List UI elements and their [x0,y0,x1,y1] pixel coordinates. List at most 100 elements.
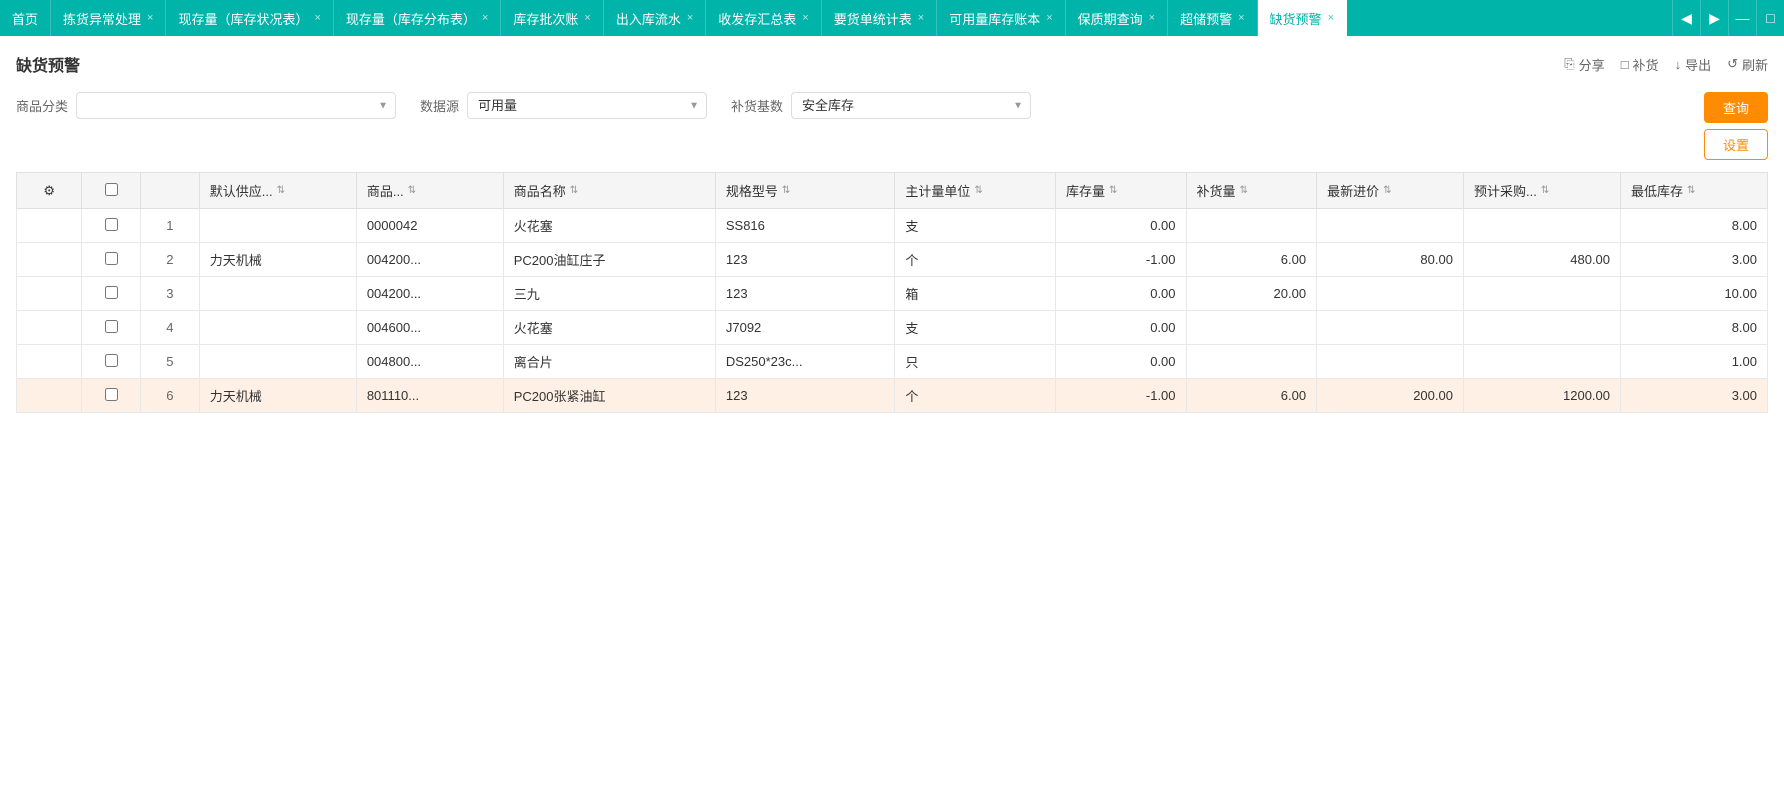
th-supplier[interactable]: 默认供应... ⇅ [199,173,356,209]
table-row: 1 0000042 火花塞 SS816 支 0.00 8.00 [17,209,1768,243]
cell-check-5[interactable] [82,379,141,413]
tab-close-order[interactable]: × [918,12,924,24]
row-checkbox-3[interactable] [105,320,118,333]
tab-close-stock-status[interactable]: × [314,12,320,24]
sort-icon-spec: ⇅ [782,185,790,196]
tab-nav-buttons: ◀ ▶ — □ [1672,0,1784,36]
cell-replenish-3 [1186,311,1317,345]
th-stock[interactable]: 库存量 ⇅ [1055,173,1186,209]
cell-check-1[interactable] [82,243,141,277]
cell-latest-price-4 [1317,345,1464,379]
cell-code-4: 004800... [356,345,503,379]
tab-receipt-summary[interactable]: 收发存汇总表 × [706,0,821,36]
tab-available-ledger[interactable]: 可用量库存账本 × [937,0,1065,36]
cell-name-4: 离合片 [503,345,715,379]
datasource-label: 数据源 [420,96,459,115]
cell-replenish-5: 6.00 [1186,379,1317,413]
tab-close-ledger[interactable]: × [1046,12,1052,24]
cell-unit-0: 支 [895,209,1056,243]
th-spec[interactable]: 规格型号 ⇅ [715,173,895,209]
cell-gear-3 [17,311,82,345]
cell-code-3: 004600... [356,311,503,345]
table-row: 6 力天机械 801110... PC200张紧油缸 123 个 -1.00 6… [17,379,1768,413]
row-checkbox-2[interactable] [105,286,118,299]
settings-button[interactable]: 设置 [1704,129,1768,160]
tab-abnormal[interactable]: 拣货异常处理 × [51,0,166,36]
tab-prev-button[interactable]: ◀ [1672,0,1700,36]
cell-latest-price-3 [1317,311,1464,345]
share-icon: ⎘ [1564,56,1574,72]
cell-check-0[interactable] [82,209,141,243]
tab-overstock[interactable]: 超储预警 × [1168,0,1257,36]
cell-spec-4: DS250*23c... [715,345,895,379]
category-select[interactable] [76,92,396,119]
page-title: 缺货预警 [16,52,80,76]
tab-close-flow[interactable]: × [687,12,693,24]
tab-stock-dist[interactable]: 现存量（库存分布表） × [334,0,501,36]
datasource-select[interactable]: 可用量 库存量 [467,92,707,119]
cell-unit-5: 个 [895,379,1056,413]
replenish-base-label: 补货基数 [731,96,783,115]
filter-category: 商品分类 [16,92,396,119]
cell-num-0: 1 [141,209,200,243]
row-checkbox-0[interactable] [105,218,118,231]
category-select-wrap [76,92,396,119]
refresh-button[interactable]: ↺ 刷新 [1727,55,1768,74]
cell-stock-2: 0.00 [1055,277,1186,311]
tab-in-out-flow[interactable]: 出入库流水 × [604,0,706,36]
th-gear[interactable]: ⚙ [17,173,82,209]
cell-code-2: 004200... [356,277,503,311]
cell-latest-price-2 [1317,277,1464,311]
sort-icon-latest-price: ⇅ [1383,185,1391,196]
tab-home[interactable]: 首页 [0,0,51,36]
tab-close-receipt[interactable]: × [802,12,808,24]
th-min-stock[interactable]: 最低库存 ⇅ [1621,173,1768,209]
filter-actions: 查询 设置 [1704,92,1768,160]
tab-batch-account[interactable]: 库存批次账 × [501,0,603,36]
export-icon: ↓ [1675,57,1682,72]
cell-unit-2: 箱 [895,277,1056,311]
tab-close-shortage[interactable]: × [1328,12,1334,24]
th-code[interactable]: 商品... ⇅ [356,173,503,209]
th-replenish[interactable]: 补货量 ⇅ [1186,173,1317,209]
cell-min-stock-0: 8.00 [1621,209,1768,243]
row-checkbox-1[interactable] [105,252,118,265]
tab-close-batch[interactable]: × [584,12,590,24]
tab-next-button[interactable]: ▶ [1700,0,1728,36]
cell-name-0: 火花塞 [503,209,715,243]
cell-check-3[interactable] [82,311,141,345]
th-forecast-purchase[interactable]: 预计采购... ⇅ [1463,173,1620,209]
row-checkbox-4[interactable] [105,354,118,367]
export-button[interactable]: ↓ 导出 [1675,55,1712,74]
row-checkbox-5[interactable] [105,388,118,401]
tab-close-stock-dist[interactable]: × [482,12,488,24]
cell-num-1: 2 [141,243,200,277]
replenish-button[interactable]: □ 补货 [1621,55,1659,74]
tab-maximize-button[interactable]: □ [1756,0,1784,36]
tab-shortage[interactable]: 缺货预警 × [1258,0,1347,36]
sort-icon-name: ⇅ [570,185,578,196]
cell-stock-4: 0.00 [1055,345,1186,379]
cell-supplier-4 [199,345,356,379]
tab-close-expiry[interactable]: × [1149,12,1155,24]
tab-stock-status[interactable]: 现存量（库存状况表） × [166,0,333,36]
tab-close-overstock[interactable]: × [1238,12,1244,24]
th-unit[interactable]: 主计量单位 ⇅ [895,173,1056,209]
select-all-checkbox[interactable] [105,183,118,196]
cell-check-2[interactable] [82,277,141,311]
query-button[interactable]: 查询 [1704,92,1768,123]
tab-minimize-button[interactable]: — [1728,0,1756,36]
category-label: 商品分类 [16,96,68,115]
cell-gear-4 [17,345,82,379]
tab-close-abnormal[interactable]: × [147,12,153,24]
cell-num-4: 5 [141,345,200,379]
th-name[interactable]: 商品名称 ⇅ [503,173,715,209]
datasource-select-wrap: 可用量 库存量 [467,92,707,119]
cell-check-4[interactable] [82,345,141,379]
tab-order-stats[interactable]: 要货单统计表 × [822,0,937,36]
cell-latest-price-1: 80.00 [1317,243,1464,277]
th-latest-price[interactable]: 最新进价 ⇅ [1317,173,1464,209]
replenish-base-select[interactable]: 安全库存 最低库存 [791,92,1031,119]
tab-expiry-query[interactable]: 保质期查询 × [1066,0,1168,36]
share-button[interactable]: ⎘ 分享 [1564,55,1604,74]
